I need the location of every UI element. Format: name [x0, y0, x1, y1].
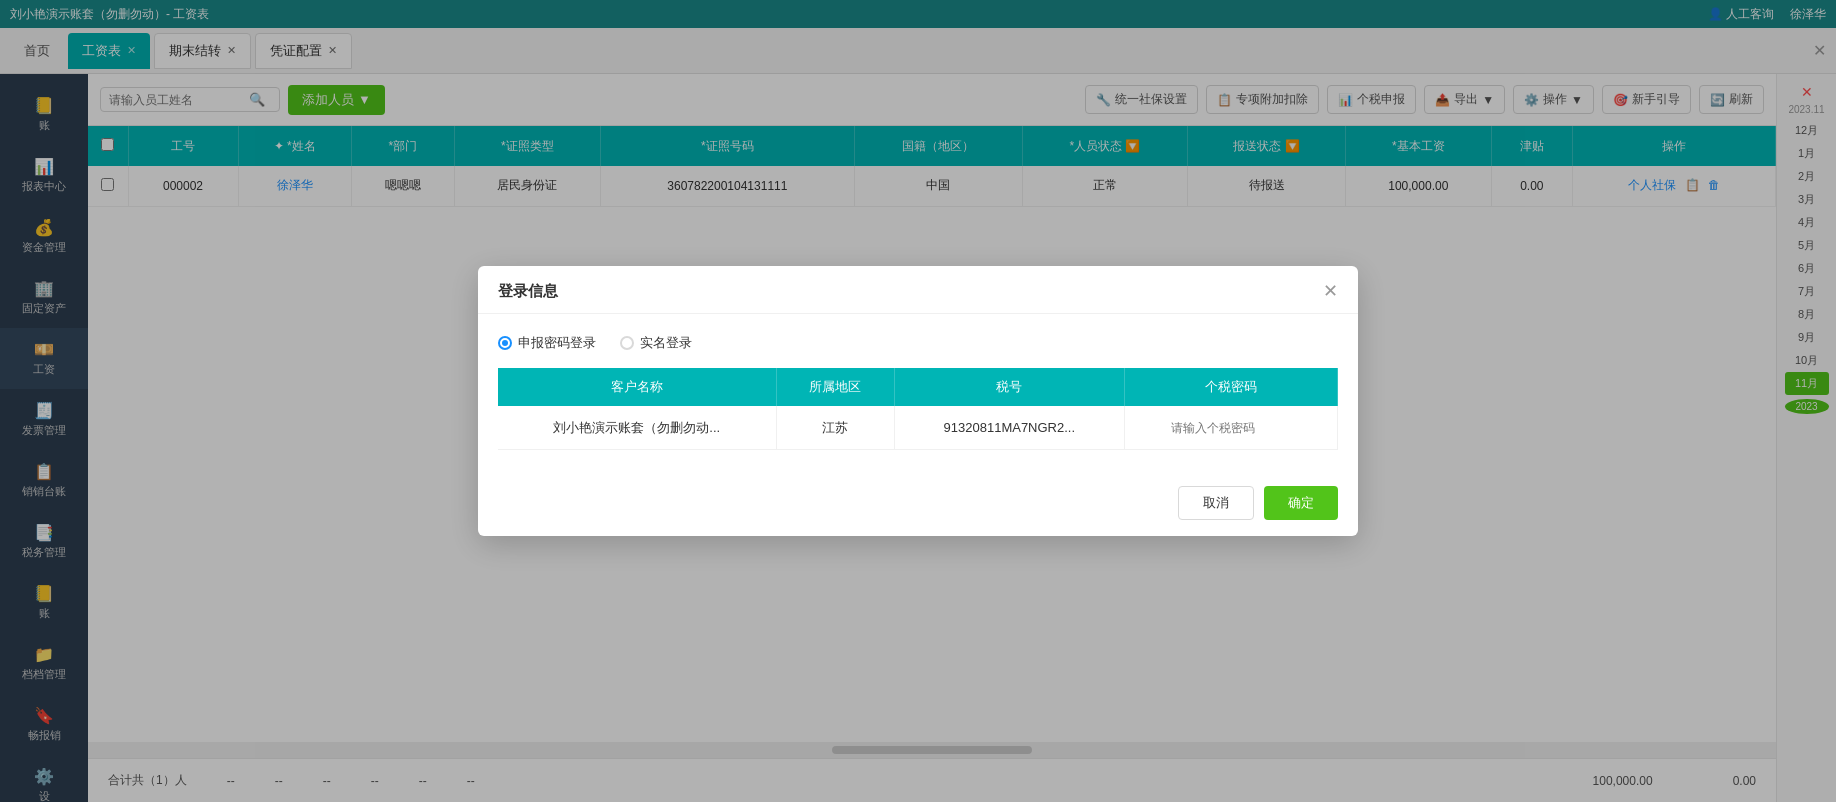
login-method-group: 申报密码登录 实名登录 [498, 334, 1338, 352]
dialog-header: 登录信息 ✕ [478, 266, 1358, 314]
radio-realname-label: 实名登录 [640, 334, 692, 352]
dialog-row-tax: 91320811MA7NGR2... [895, 406, 1124, 450]
dialog-overlay: 登录信息 ✕ 申报密码登录 实名登录 客户名称 [0, 0, 1836, 802]
dialog-footer: 取消 确定 [478, 470, 1358, 536]
dialog-body: 申报密码登录 实名登录 客户名称 所属地区 税号 个税密码 [478, 314, 1358, 471]
confirm-button[interactable]: 确定 [1264, 486, 1338, 520]
radio-password-login[interactable]: 申报密码登录 [498, 334, 596, 352]
dialog-col-tax: 税号 [895, 368, 1124, 406]
dialog-col-password: 个税密码 [1124, 368, 1337, 406]
dialog-password-input-cell[interactable] [1124, 406, 1337, 450]
dialog-row-region: 江苏 [776, 406, 895, 450]
dialog-col-region: 所属地区 [776, 368, 895, 406]
dialog-row-name: 刘小艳演示账套（勿删勿动... [498, 406, 776, 450]
dialog-table: 客户名称 所属地区 税号 个税密码 刘小艳演示账套（勿删勿动... 江苏 913… [498, 368, 1338, 451]
cancel-button[interactable]: 取消 [1178, 486, 1254, 520]
dialog-table-row: 刘小艳演示账套（勿删勿动... 江苏 91320811MA7NGR2... [498, 406, 1338, 450]
dialog-close-button[interactable]: ✕ [1323, 282, 1338, 300]
radio-password-label: 申报密码登录 [518, 334, 596, 352]
tax-password-input[interactable] [1171, 421, 1291, 435]
dialog-col-name: 客户名称 [498, 368, 776, 406]
radio-realname-login[interactable]: 实名登录 [620, 334, 692, 352]
radio-password-circle [498, 336, 512, 350]
radio-realname-circle [620, 336, 634, 350]
dialog-title: 登录信息 [498, 282, 558, 301]
login-dialog: 登录信息 ✕ 申报密码登录 实名登录 客户名称 [478, 266, 1358, 537]
